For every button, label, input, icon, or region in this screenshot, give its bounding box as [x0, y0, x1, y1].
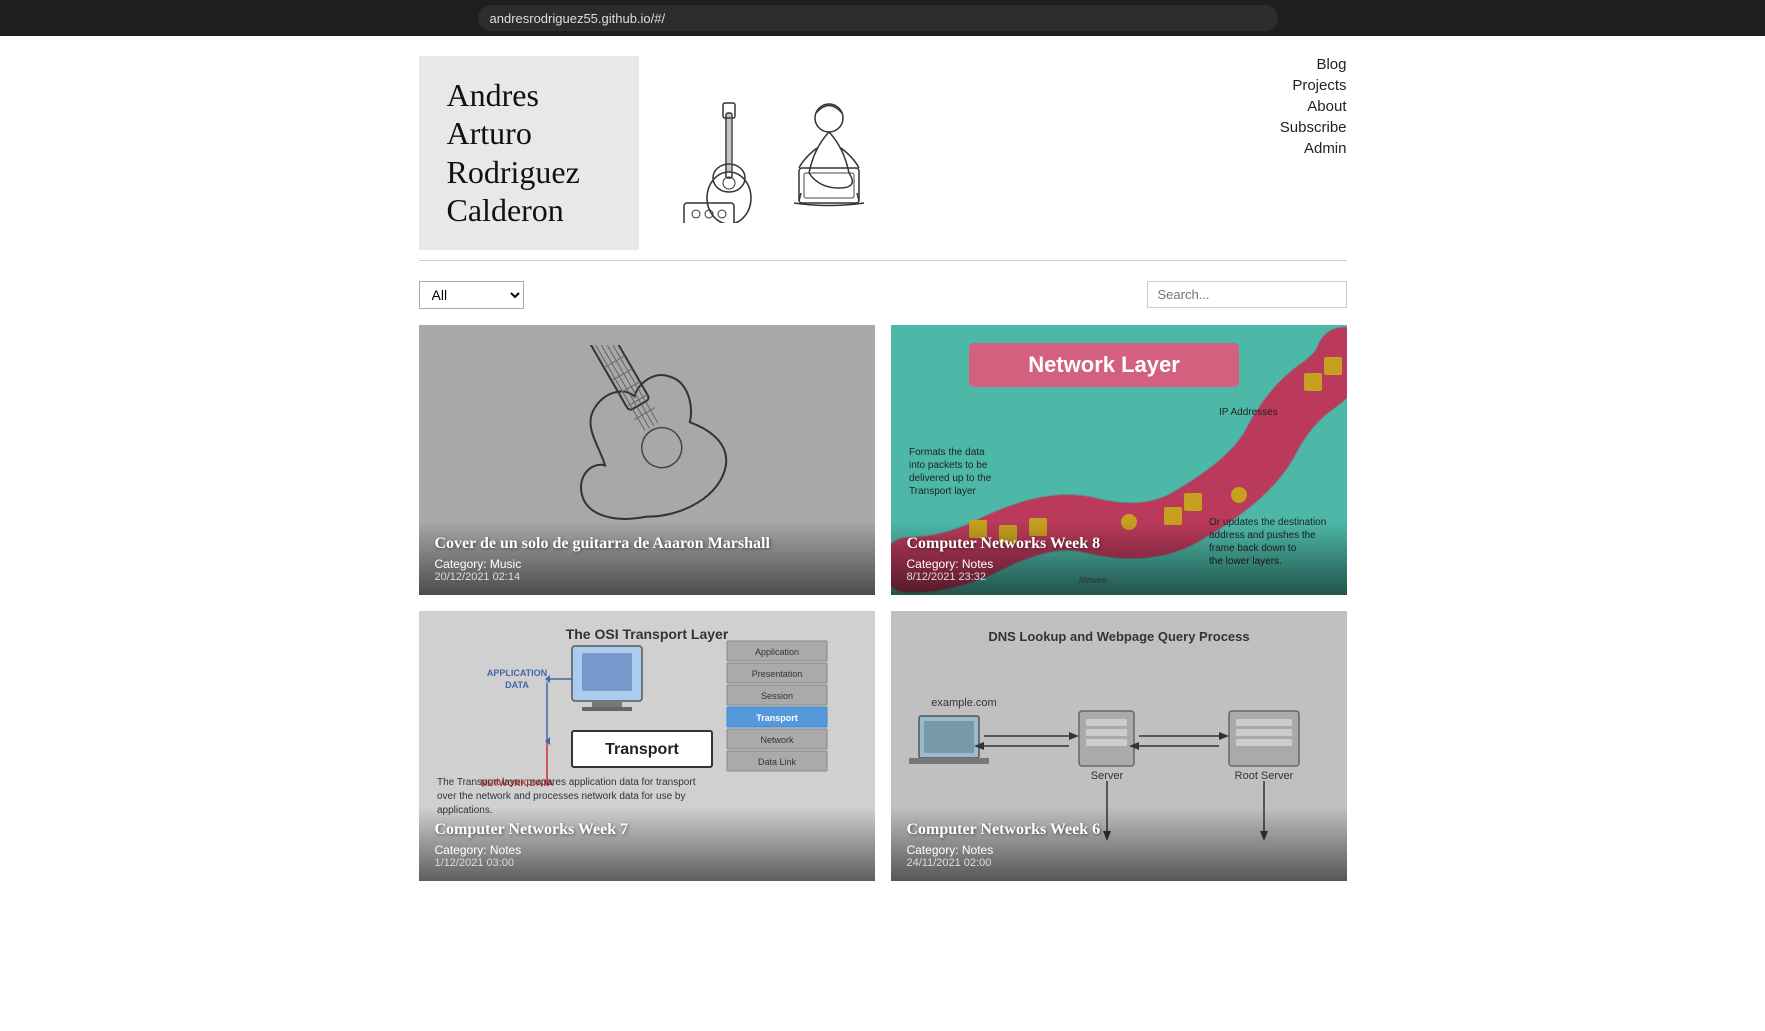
svg-text:Formats the data: Formats the data: [909, 447, 985, 458]
svg-text:delivered up to the: delivered up to the: [909, 473, 992, 484]
site-title-block: Andres Arturo Rodriguez Calderon: [419, 56, 639, 250]
svg-text:into packets to be: into packets to be: [909, 460, 988, 471]
url-text: andresrodriguez55.github.io/#/: [490, 11, 666, 26]
nav-subscribe[interactable]: Subscribe: [1280, 119, 1347, 136]
svg-text:Data Link: Data Link: [757, 757, 796, 767]
svg-text:Transport: Transport: [605, 741, 679, 758]
dns-card-overlay: Computer Networks Week 6 Category: Notes…: [891, 807, 1347, 881]
guitar-card-category: Category: Music: [435, 557, 859, 571]
guitar-card-title: Cover de un solo de guitarra de Aaaron M…: [435, 535, 859, 553]
guitar-card-overlay: Cover de un solo de guitarra de Aaaron M…: [419, 521, 875, 595]
header-illustration: [639, 56, 1347, 250]
network-card-category: Category: Notes: [907, 557, 1331, 571]
svg-text:Root Server: Root Server: [1234, 770, 1293, 782]
dns-card-date: 24/11/2021 02:00: [907, 857, 1331, 869]
blog-card-dns[interactable]: DNS Lookup and Webpage Query Process exa…: [891, 611, 1347, 881]
transport-card-category: Category: Notes: [435, 843, 859, 857]
transport-card-overlay: Computer Networks Week 7 Category: Notes…: [419, 807, 875, 881]
blog-card-network[interactable]: Network Layer Formats the data into pack…: [891, 325, 1347, 595]
transport-card-date: 1/12/2021 03:00: [435, 857, 859, 869]
site-nav: Blog Projects About Subscribe Admin: [1280, 56, 1347, 157]
nav-blog[interactable]: Blog: [1316, 56, 1346, 73]
header-illustration-svg: [669, 83, 889, 223]
svg-text:example.com: example.com: [931, 697, 996, 709]
category-filter[interactable]: All Music Notes Projects: [419, 281, 524, 309]
browser-address-bar: andresrodriguez55.github.io/#/: [0, 0, 1765, 36]
blog-card-transport[interactable]: The OSI Transport Layer Application Pres…: [419, 611, 875, 881]
page-wrapper: Andres Arturo Rodriguez Calderon: [403, 36, 1363, 881]
dns-card-title: Computer Networks Week 6: [907, 821, 1331, 839]
site-header: Andres Arturo Rodriguez Calderon: [419, 36, 1347, 261]
dns-card-category: Category: Notes: [907, 843, 1331, 857]
search-input[interactable]: [1147, 281, 1347, 308]
svg-text:Application: Application: [754, 647, 798, 657]
svg-text:DATA: DATA: [505, 680, 529, 690]
svg-text:Session: Session: [760, 691, 792, 701]
svg-text:APPLICATION: APPLICATION: [486, 668, 546, 678]
svg-text:Server: Server: [1090, 770, 1123, 782]
nav-projects[interactable]: Projects: [1292, 77, 1346, 94]
filter-bar: All Music Notes Projects: [419, 261, 1347, 325]
nav-about[interactable]: About: [1307, 98, 1346, 115]
transport-card-title: Computer Networks Week 7: [435, 821, 859, 839]
svg-text:DNS Lookup and Webpage Query P: DNS Lookup and Webpage Query Process: [988, 629, 1249, 644]
url-bar[interactable]: andresrodriguez55.github.io/#/: [478, 5, 1278, 31]
guitar-card-date: 20/12/2021 02:14: [435, 571, 859, 583]
network-card-overlay: Computer Networks Week 8 Category: Notes…: [891, 521, 1347, 595]
blog-card-guitar[interactable]: Cover de un solo de guitarra de Aaaron M…: [419, 325, 875, 595]
network-card-title: Computer Networks Week 8: [907, 535, 1331, 553]
svg-text:Network Layer: Network Layer: [1028, 352, 1180, 377]
blog-grid: Cover de un solo de guitarra de Aaaron M…: [419, 325, 1347, 881]
svg-text:Presentation: Presentation: [751, 669, 802, 679]
svg-text:Transport: Transport: [756, 713, 798, 723]
svg-text:IP Addresses: IP Addresses: [1219, 407, 1278, 418]
svg-text:Network: Network: [760, 735, 794, 745]
network-card-date: 8/12/2021 23:32: [907, 571, 1331, 583]
site-title: Andres Arturo Rodriguez Calderon: [447, 76, 611, 230]
svg-text:The OSI Transport Layer: The OSI Transport Layer: [565, 626, 728, 642]
nav-admin[interactable]: Admin: [1304, 140, 1347, 157]
svg-text:Transport layer: Transport layer: [909, 486, 977, 497]
